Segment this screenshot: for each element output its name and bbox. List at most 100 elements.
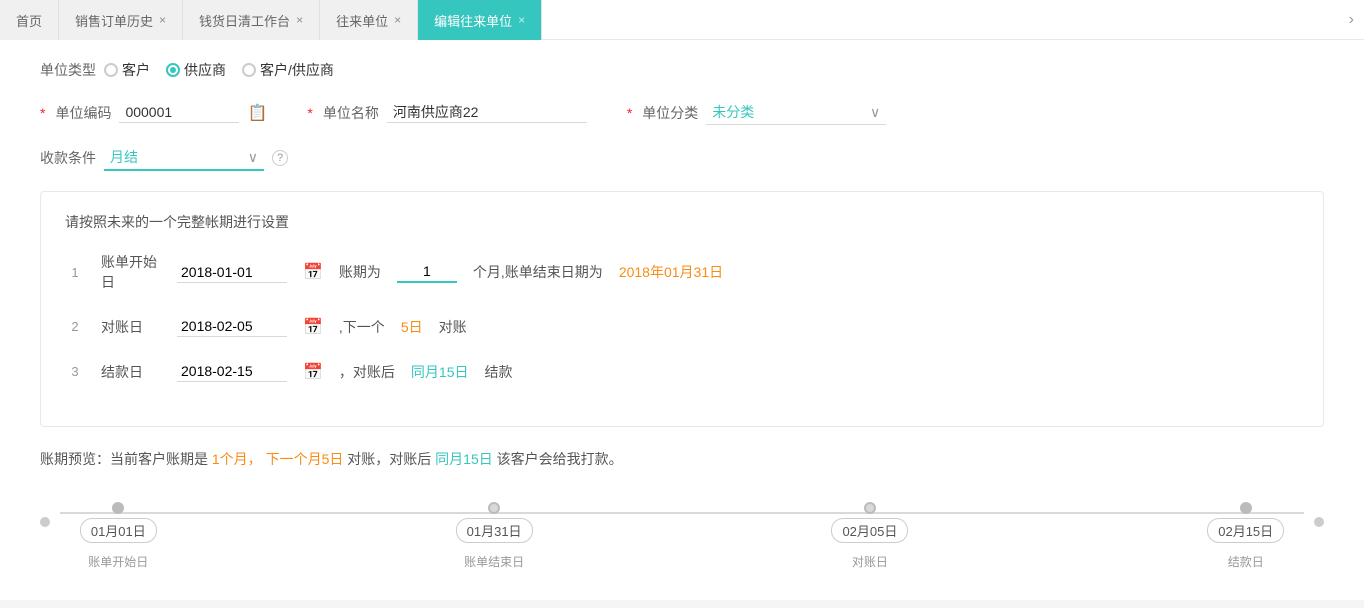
timeline-label-3: 对账日 <box>852 553 888 570</box>
payment-help-icon[interactable]: ? <box>272 150 288 166</box>
timeline-dot-1 <box>112 502 124 514</box>
row-2-prefix: ,下一个 <box>339 317 385 337</box>
name-required: * <box>307 105 312 121</box>
row-1-suffix: 个月,账单结束日期为 <box>473 262 603 282</box>
name-label: 单位名称 <box>323 103 379 123</box>
tab-edit-partner-label: 编辑往来单位 <box>434 11 512 30</box>
main-content: 单位类型 客户 供应商 客户/供应商 * 单位编码 <box>0 40 1364 600</box>
timeline-point-2: 01月31日 账单结束日 <box>456 502 533 570</box>
timeline-point-1: 01月01日 账单开始日 <box>80 502 157 570</box>
preview-label: 账期预览：当前客户账期是 <box>40 451 208 467</box>
row-1-num: 1 <box>65 265 85 280</box>
radio-supplier[interactable]: 供应商 <box>166 60 226 80</box>
code-input[interactable] <box>119 102 239 123</box>
tab-partner-label: 往来单位 <box>336 11 388 30</box>
row-2-num: 2 <box>65 319 85 334</box>
tab-edit-partner[interactable]: 编辑往来单位 × <box>418 0 542 40</box>
preview-part1: 1个月， <box>212 451 262 467</box>
row-3-calendar-icon[interactable]: 📅 <box>303 362 323 382</box>
unit-type-field: 单位类型 客户 供应商 客户/供应商 <box>40 60 334 80</box>
timeline-label-4: 结款日 <box>1228 553 1264 570</box>
timeline-point-3: 02月05日 对账日 <box>831 502 908 570</box>
tab-sales-history-label: 销售订单历史 <box>75 11 153 30</box>
preview-text: 账期预览：当前客户账期是 1个月， 下一个月5日 对账，对账后 同月15日 该客… <box>40 447 1324 472</box>
tab-sales-history-close[interactable]: × <box>159 13 166 27</box>
tab-edit-partner-close[interactable]: × <box>518 13 525 27</box>
radio-customer-supplier[interactable]: 客户/供应商 <box>242 60 334 80</box>
timeline-label-1: 账单开始日 <box>88 553 148 570</box>
code-name-row: * 单位编码 📋 * 单位名称 * 单位分类 未分类 ∨ <box>40 100 1324 125</box>
category-required: * <box>627 105 632 121</box>
timeline-label-2: 账单结束日 <box>464 553 524 570</box>
row-2-calendar-icon[interactable]: 📅 <box>303 317 323 337</box>
row-3-label: 结款日 <box>101 362 161 382</box>
unit-type-label: 单位类型 <box>40 60 96 80</box>
setting-row-2: 2 对账日 📅 ,下一个 5日 对账 <box>65 316 1299 337</box>
category-field: * 单位分类 未分类 ∨ <box>627 100 886 125</box>
timeline: 01月01日 账单开始日 01月31日 账单结束日 02月05日 对账日 02月… <box>40 492 1324 580</box>
row-2-highlight: 5日 <box>401 317 423 337</box>
row-2-label: 对账日 <box>101 317 161 337</box>
payment-row: 收款条件 月结 ∨ ? <box>40 145 1324 171</box>
unit-type-row: 单位类型 客户 供应商 客户/供应商 <box>40 60 1324 80</box>
timeline-date-3: 02月05日 <box>831 518 908 543</box>
preview-part4: 同月15日 <box>435 451 493 467</box>
row-3-suffix: 结款 <box>485 362 513 382</box>
tab-partner-close[interactable]: × <box>394 13 401 27</box>
row-3-prefix: ，对账后 <box>339 362 395 382</box>
radio-group: 客户 供应商 客户/供应商 <box>104 60 334 80</box>
radio-customer[interactable]: 客户 <box>104 60 150 80</box>
payment-dropdown-icon: ∨ <box>248 149 258 166</box>
tab-sales-history[interactable]: 销售订单历史 × <box>59 0 183 40</box>
radio-supplier-circle <box>166 63 180 77</box>
code-required: * <box>40 105 45 121</box>
timeline-dot-4 <box>1240 502 1252 514</box>
category-dropdown-icon: ∨ <box>870 104 880 121</box>
radio-supplier-label: 供应商 <box>184 60 226 80</box>
setting-row-1: 1 账单开始日 📅 账期为 个月,账单结束日期为 2018年01月31日 <box>65 252 1299 292</box>
radio-customer-label: 客户 <box>122 60 150 80</box>
setting-row-3: 3 结款日 📅 ，对账后 同月15日 结款 <box>65 361 1299 382</box>
tab-partner[interactable]: 往来单位 × <box>320 0 418 40</box>
row-1-mid-text: 账期为 <box>339 262 381 282</box>
payment-field: 收款条件 月结 ∨ ? <box>40 145 288 171</box>
section-title: 请按照未来的一个完整帐期进行设置 <box>65 212 1299 232</box>
preview-part2: 下一个月5日 <box>266 451 344 467</box>
name-field: * 单位名称 <box>307 102 586 123</box>
period-input[interactable] <box>397 261 457 283</box>
timeline-items: 01月01日 账单开始日 01月31日 账单结束日 02月05日 对账日 02月… <box>50 502 1314 570</box>
payment-select[interactable]: 月结 ∨ <box>104 145 264 171</box>
timeline-dot-2 <box>488 502 500 514</box>
category-select[interactable]: 未分类 ∨ <box>706 100 886 125</box>
section-box: 请按照未来的一个完整帐期进行设置 1 账单开始日 📅 账期为 个月,账单结束日期… <box>40 191 1324 427</box>
row-1-label: 账单开始日 <box>101 252 161 292</box>
timeline-left-dot <box>40 517 50 527</box>
row-1-end-date: 2018年01月31日 <box>619 262 723 282</box>
name-input[interactable] <box>387 102 587 123</box>
timeline-date-1: 01月01日 <box>80 518 157 543</box>
timeline-point-4: 02月15日 结款日 <box>1207 502 1284 570</box>
tab-bar: 首页 销售订单历史 × 钱货日清工作台 × 往来单位 × 编辑往来单位 × › <box>0 0 1364 40</box>
timeline-dot-3 <box>864 502 876 514</box>
row-1-calendar-icon[interactable]: 📅 <box>303 262 323 282</box>
radio-customer-supplier-label: 客户/供应商 <box>260 60 334 80</box>
category-label: 单位分类 <box>642 103 698 123</box>
radio-customer-supplier-circle <box>242 63 256 77</box>
payment-value: 月结 <box>110 147 244 167</box>
tab-expand-button[interactable]: › <box>1339 0 1364 39</box>
code-label: 单位编码 <box>55 103 111 123</box>
tab-cash-work-close[interactable]: × <box>296 13 303 27</box>
timeline-date-4: 02月15日 <box>1207 518 1284 543</box>
row-3-date-input[interactable] <box>177 361 287 382</box>
tab-home[interactable]: 首页 <box>0 0 59 40</box>
row-2-date-input[interactable] <box>177 316 287 337</box>
row-2-suffix: 对账 <box>439 317 467 337</box>
preview-part5: 该客户会给我打款。 <box>497 451 623 467</box>
preview-part3: 对账，对账后 <box>347 451 431 467</box>
row-3-num: 3 <box>65 364 85 379</box>
code-calendar-icon[interactable]: 📋 <box>247 103 267 123</box>
tab-cash-work[interactable]: 钱货日清工作台 × <box>183 0 320 40</box>
timeline-date-2: 01月31日 <box>456 518 533 543</box>
row-1-date-input[interactable] <box>177 262 287 283</box>
timeline-right-dot <box>1314 517 1324 527</box>
